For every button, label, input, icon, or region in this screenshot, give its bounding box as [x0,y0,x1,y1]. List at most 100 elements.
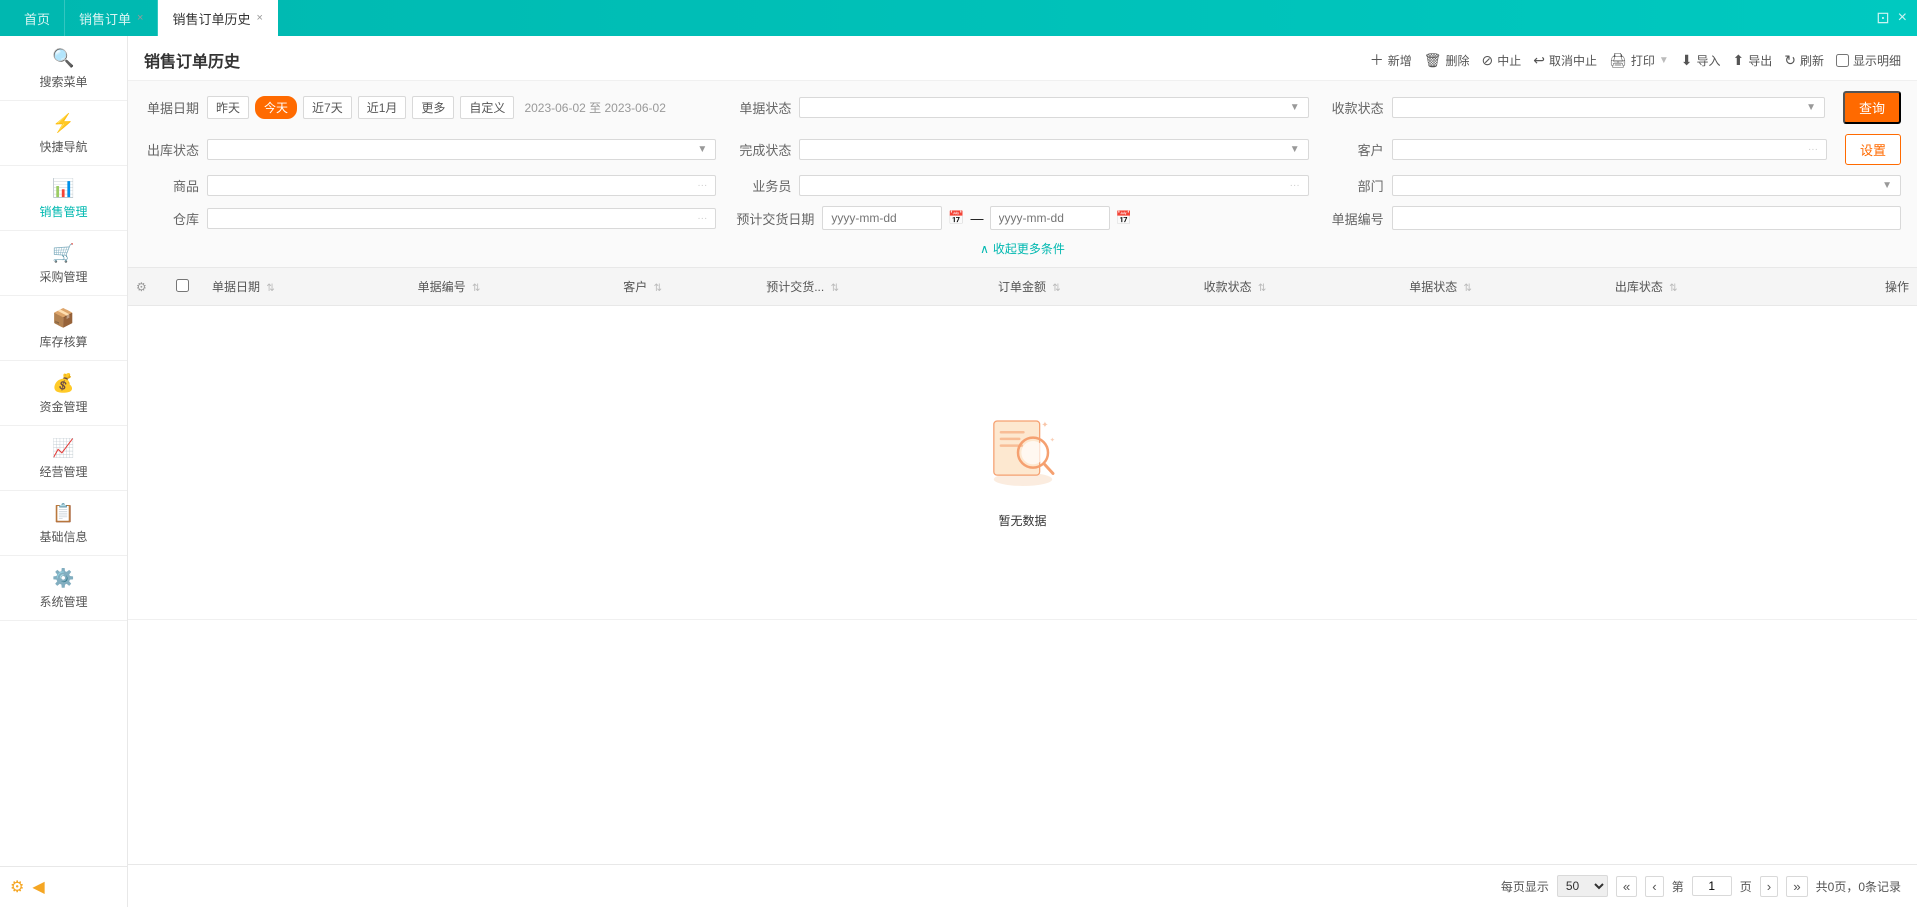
doc-status-col-label: 单据状态 [1409,280,1457,294]
tab-home[interactable]: 首页 [10,0,65,36]
customer-sort-icon[interactable]: ⇅ [654,283,662,294]
add-button[interactable]: ＋ 新增 [1370,50,1412,70]
sidebar-item-quick-nav[interactable]: ⚡ 快捷导航 [0,101,127,166]
receipt-status-select[interactable]: ▼ [1392,97,1825,118]
import-label: 导入 [1696,52,1720,69]
last-page-btn[interactable]: » [1786,876,1807,897]
dept-select[interactable]: ▼ [1392,175,1901,196]
select-all-checkbox[interactable] [176,279,189,292]
more-btn[interactable]: 更多 [412,96,454,119]
sidebar-item-sys-mgmt[interactable]: ⚙️ 系统管理 [0,556,127,621]
doc-status-label: 单据状态 [736,98,791,117]
print-dropdown-icon: ▼ [1659,55,1669,66]
calendar-to-icon[interactable]: 📅 [1116,210,1132,226]
date-sort-icon[interactable]: ⇅ [266,283,274,294]
tab-sales-order[interactable]: 销售订单 × [65,0,158,36]
amount-sort-icon[interactable]: ⇅ [1052,283,1060,294]
refresh-label: 刷新 [1800,52,1824,69]
tab-sales-order-label: 销售订单 [79,9,131,28]
order-no-input[interactable] [1392,206,1901,230]
refresh-button[interactable]: ↻ 刷新 [1784,52,1824,69]
out-stock-sort-icon[interactable]: ⇅ [1669,283,1677,294]
date-col-label: 单据日期 [212,280,260,294]
table-settings-icon[interactable]: ⚙ [136,280,147,294]
sidebar-item-sales-mgmt[interactable]: 📊 销售管理 [0,166,127,231]
doc-status-chevron: ▼ [1290,102,1300,113]
out-stock-col-label: 出库状态 [1615,280,1663,294]
delete-button[interactable]: 🗑 删除 [1424,52,1470,69]
warehouse-select[interactable]: ··· [207,208,716,229]
collapse-sidebar-icon[interactable]: ◀ [32,877,44,897]
sidebar-item-finance-label: 资金管理 [39,398,87,415]
sidebar-item-finance[interactable]: 💰 资金管理 [0,361,127,426]
delete-icon: 🗑 [1424,52,1442,69]
out-stock-select[interactable]: ▼ [207,139,716,160]
print-button[interactable]: 🖨 打印 ▼ [1609,52,1669,69]
sidebar-item-purchase-mgmt[interactable]: 🛒 采购管理 [0,231,127,296]
calendar-from-icon[interactable]: 📅 [948,210,964,226]
sidebar-item-operation[interactable]: 📈 经营管理 [0,426,127,491]
product-select[interactable]: ··· [207,175,716,196]
top-bar: 首页 销售订单 × 销售订单历史 × ⊡ × [0,0,1917,36]
amount-col-header: 订单金额 ⇅ [990,268,1196,306]
last1m-btn[interactable]: 近1月 [358,96,407,119]
tab-sales-order-history-close[interactable]: × [256,12,262,24]
cancel-stop-label: 取消中止 [1549,52,1597,69]
page-size-select[interactable]: 20 50 100 [1557,875,1608,897]
out-stock-col-header: 出库状态 ⇅ [1607,268,1813,306]
page-number-input[interactable] [1692,876,1732,896]
tab-sales-order-close[interactable]: × [137,12,143,24]
stop-label: 中止 [1497,52,1521,69]
delivery-date-from-input[interactable] [822,206,942,230]
filter-receipt-status-item: 收款状态 ▼ 查询 [1329,91,1901,124]
page-label: 第 [1672,878,1684,895]
date-label: 单据日期 [144,98,199,117]
filter-row-3: 商品 ··· 业务员 ··· 部门 [144,175,1901,196]
delivery-date-label: 预计交货日期 [736,209,814,228]
delivery-date-to-input[interactable] [990,206,1110,230]
sidebar-item-inventory[interactable]: 📦 库存核算 [0,296,127,361]
export-button[interactable]: ⬆ 导出 [1732,52,1772,69]
table-body: ✦ ✦ 暂无数据 [128,306,1917,620]
import-button[interactable]: ⬇ 导入 [1681,52,1721,69]
query-button[interactable]: 查询 [1843,91,1901,124]
today-btn[interactable]: 今天 [255,96,297,119]
sidebar-item-purchase-mgmt-label: 采购管理 [39,268,87,285]
delivery-sort-icon[interactable]: ⇅ [831,283,839,294]
next-page-btn[interactable]: › [1760,876,1778,897]
sidebar-item-basic-info[interactable]: 📋 基础信息 [0,491,127,556]
page-unit: 页 [1740,878,1752,895]
filter-dept-item: 部门 ▼ [1329,175,1901,196]
last7-btn[interactable]: 近7天 [303,96,352,119]
svg-text:✦: ✦ [1049,436,1055,444]
dept-chevron: ▼ [1882,180,1892,191]
cancel-stop-button[interactable]: ↩ 取消中止 [1533,52,1597,69]
empty-illustration: ✦ ✦ [973,396,1073,496]
sidebar-item-search-menu[interactable]: 🔍 搜索菜单 [0,36,127,101]
stop-button[interactable]: ⊘ 中止 [1482,52,1522,69]
custom-btn[interactable]: 自定义 [460,96,514,119]
no-sort-icon[interactable]: ⇅ [472,283,480,294]
export-icon: ⬆ [1732,52,1744,69]
window-close[interactable]: × [1898,9,1907,27]
prev-page-btn[interactable]: ‹ [1645,876,1663,897]
customer-col-header: 客户 ⇅ [615,268,758,306]
doc-status-sort-icon[interactable]: ⇅ [1464,283,1472,294]
settings-button[interactable]: 设置 [1845,134,1901,165]
tab-sales-order-history[interactable]: 销售订单历史 × [158,0,277,36]
complete-select[interactable]: ▼ [799,139,1308,160]
window-restore[interactable]: ⊡ [1876,8,1889,28]
salesman-select[interactable]: ··· [799,175,1308,196]
receipt-status-sort-icon[interactable]: ⇅ [1258,283,1266,294]
collapse-more-conditions[interactable]: ∧ 收起更多条件 [144,240,1901,257]
doc-status-select[interactable]: ▼ [799,97,1308,118]
settings-bottom-icon[interactable]: ⚙ [10,877,24,897]
show-detail-checkbox[interactable]: 显示明细 [1836,52,1901,69]
filter-row-4: 仓库 ··· 预计交货日期 📅 — 📅 [144,206,1901,230]
filter-date-item: 单据日期 昨天 今天 近7天 近1月 更多 自定义 2023-06-02 至 2… [144,96,716,119]
customer-select[interactable]: ··· [1392,139,1827,160]
data-table: ⚙ 单据日期 ⇅ 单据编号 ⇅ [128,268,1917,620]
show-detail-input[interactable] [1836,54,1849,67]
first-page-btn[interactable]: « [1616,876,1637,897]
yesterday-btn[interactable]: 昨天 [207,96,249,119]
